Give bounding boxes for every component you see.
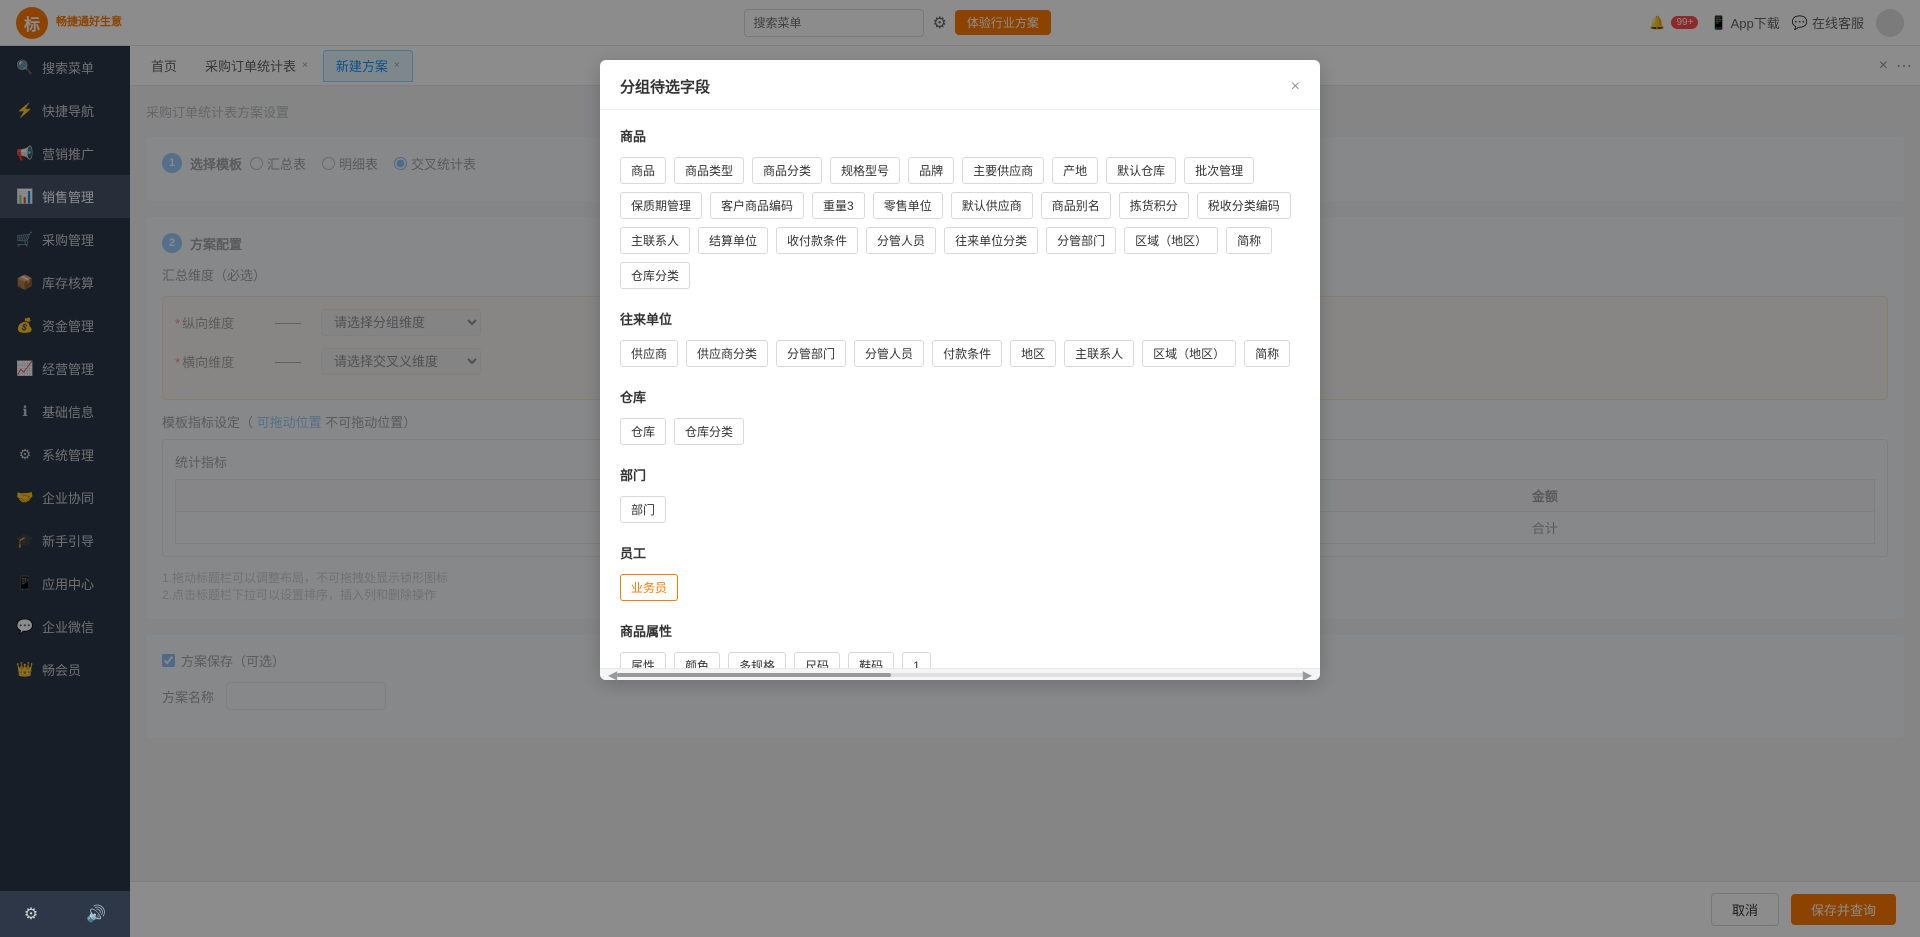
- dialog-close-button[interactable]: ×: [1291, 79, 1300, 95]
- field-tag-department[interactable]: 部门: [620, 496, 666, 523]
- field-tag-salesperson[interactable]: 业务员: [620, 574, 678, 601]
- field-tag-area[interactable]: 地区: [1010, 340, 1056, 367]
- field-tag-manage-person[interactable]: 分管人员: [854, 340, 924, 367]
- section-goods: 商品 商品 商品类型 商品分类 规格型号 品牌 主要供应商 产地 默认仓库 批次…: [620, 126, 1300, 289]
- section-employee-tags: 业务员: [620, 574, 1300, 601]
- field-tag-attribute[interactable]: 属性: [620, 652, 666, 668]
- section-warehouse: 仓库 仓库 仓库分类: [620, 387, 1300, 445]
- field-tag-batch-mgmt[interactable]: 批次管理: [1184, 157, 1254, 184]
- field-tag-region[interactable]: 区域（地区）: [1124, 227, 1218, 254]
- field-tag-shoe-size[interactable]: 鞋码: [848, 652, 894, 668]
- field-tag-customer-code[interactable]: 客户商品编码: [710, 192, 804, 219]
- field-tag-warehouse[interactable]: 仓库: [620, 418, 666, 445]
- field-tag-short-name[interactable]: 简称: [1226, 227, 1272, 254]
- field-tag-manage-dept[interactable]: 分管部门: [776, 340, 846, 367]
- section-department-title: 部门: [620, 465, 1300, 484]
- field-tag-brand[interactable]: 品牌: [908, 157, 954, 184]
- field-tag-payment-terms[interactable]: 收付款条件: [776, 227, 858, 254]
- field-tag-counterparty-cat[interactable]: 往来单位分类: [944, 227, 1038, 254]
- field-tag-goods[interactable]: 商品: [620, 157, 666, 184]
- section-goods-attr-title: 商品属性: [620, 621, 1300, 640]
- field-tag-size[interactable]: 尺码: [794, 652, 840, 668]
- section-goods-tags: 商品 商品类型 商品分类 规格型号 品牌 主要供应商 产地 默认仓库 批次管理 …: [620, 157, 1300, 289]
- dialog-scrollbar[interactable]: ◀ ▶: [600, 668, 1320, 680]
- field-tag-color[interactable]: 颜色: [674, 652, 720, 668]
- section-goods-attr: 商品属性 属性 颜色 多规格 尺码 鞋码 1: [620, 621, 1300, 668]
- field-tag-goods-alias[interactable]: 商品别名: [1041, 192, 1111, 219]
- field-tag-multi-spec[interactable]: 多规格: [728, 652, 786, 668]
- field-tag-supplier-cat[interactable]: 供应商分类: [686, 340, 768, 367]
- scroll-right-button[interactable]: ▶: [1303, 668, 1312, 682]
- field-tag-main-contact2[interactable]: 主联系人: [1064, 340, 1134, 367]
- field-select-dialog: 分组待选字段 × 商品 商品 商品类型 商品分类 规格型号 品牌 主要供应商 产…: [600, 60, 1320, 680]
- section-goods-title: 商品: [620, 126, 1300, 145]
- section-counterparty-tags: 供应商 供应商分类 分管部门 分管人员 付款条件 地区 主联系人 区域（地区） …: [620, 340, 1300, 367]
- field-tag-goods-category[interactable]: 商品分类: [752, 157, 822, 184]
- dialog-header: 分组待选字段 ×: [600, 60, 1320, 110]
- section-warehouse-title: 仓库: [620, 387, 1300, 406]
- field-tag-tax-code[interactable]: 税收分类编码: [1197, 192, 1291, 219]
- dialog-body[interactable]: 商品 商品 商品类型 商品分类 规格型号 品牌 主要供应商 产地 默认仓库 批次…: [600, 110, 1320, 668]
- field-tag-spec[interactable]: 规格型号: [830, 157, 900, 184]
- field-tag-weight[interactable]: 重量3: [812, 192, 865, 219]
- field-tag-expiry-mgmt[interactable]: 保质期管理: [620, 192, 702, 219]
- field-tag-custom1[interactable]: 1: [902, 652, 931, 668]
- section-warehouse-tags: 仓库 仓库分类: [620, 418, 1300, 445]
- horizontal-scroll-track: [617, 673, 1303, 677]
- modal-overlay: 分组待选字段 × 商品 商品 商品类型 商品分类 规格型号 品牌 主要供应商 产…: [0, 0, 1920, 937]
- field-tag-payment-cond[interactable]: 付款条件: [932, 340, 1002, 367]
- section-goods-attr-tags: 属性 颜色 多规格 尺码 鞋码 1: [620, 652, 1300, 668]
- section-employee: 员工 业务员: [620, 543, 1300, 601]
- section-counterparty-title: 往来单位: [620, 309, 1300, 328]
- field-tag-goods-type[interactable]: 商品类型: [674, 157, 744, 184]
- scroll-left-button[interactable]: ◀: [608, 668, 617, 682]
- sidebar-volume-button[interactable]: 🔊: [86, 904, 106, 924]
- section-employee-title: 员工: [620, 543, 1300, 562]
- field-tag-default-supplier[interactable]: 默认供应商: [951, 192, 1033, 219]
- field-tag-main-supplier[interactable]: 主要供应商: [962, 157, 1044, 184]
- sidebar-settings-button[interactable]: ⚙: [24, 904, 38, 924]
- field-tag-dept[interactable]: 分管部门: [1046, 227, 1116, 254]
- field-tag-region2[interactable]: 区域（地区）: [1142, 340, 1236, 367]
- sidebar-bottom-actions: ⚙ 🔊: [0, 891, 130, 937]
- field-tag-main-contact[interactable]: 主联系人: [620, 227, 690, 254]
- section-counterparty: 往来单位 供应商 供应商分类 分管部门 分管人员 付款条件 地区 主联系人 区域…: [620, 309, 1300, 367]
- section-department-tags: 部门: [620, 496, 1300, 523]
- field-tag-default-warehouse[interactable]: 默认仓库: [1106, 157, 1176, 184]
- field-tag-pick-score[interactable]: 拣货积分: [1119, 192, 1189, 219]
- field-tag-origin[interactable]: 产地: [1052, 157, 1098, 184]
- field-tag-settlement-unit[interactable]: 结算单位: [698, 227, 768, 254]
- field-tag-warehouse-type[interactable]: 仓库分类: [674, 418, 744, 445]
- field-tag-supervisor[interactable]: 分管人员: [866, 227, 936, 254]
- horizontal-scroll-thumb: [617, 673, 891, 677]
- field-tag-supplier[interactable]: 供应商: [620, 340, 678, 367]
- dialog-title: 分组待选字段: [620, 76, 710, 97]
- field-tag-retail-unit[interactable]: 零售单位: [873, 192, 943, 219]
- field-tag-warehouse-cat[interactable]: 仓库分类: [620, 262, 690, 289]
- section-department: 部门 部门: [620, 465, 1300, 523]
- field-tag-short-name2[interactable]: 简称: [1244, 340, 1290, 367]
